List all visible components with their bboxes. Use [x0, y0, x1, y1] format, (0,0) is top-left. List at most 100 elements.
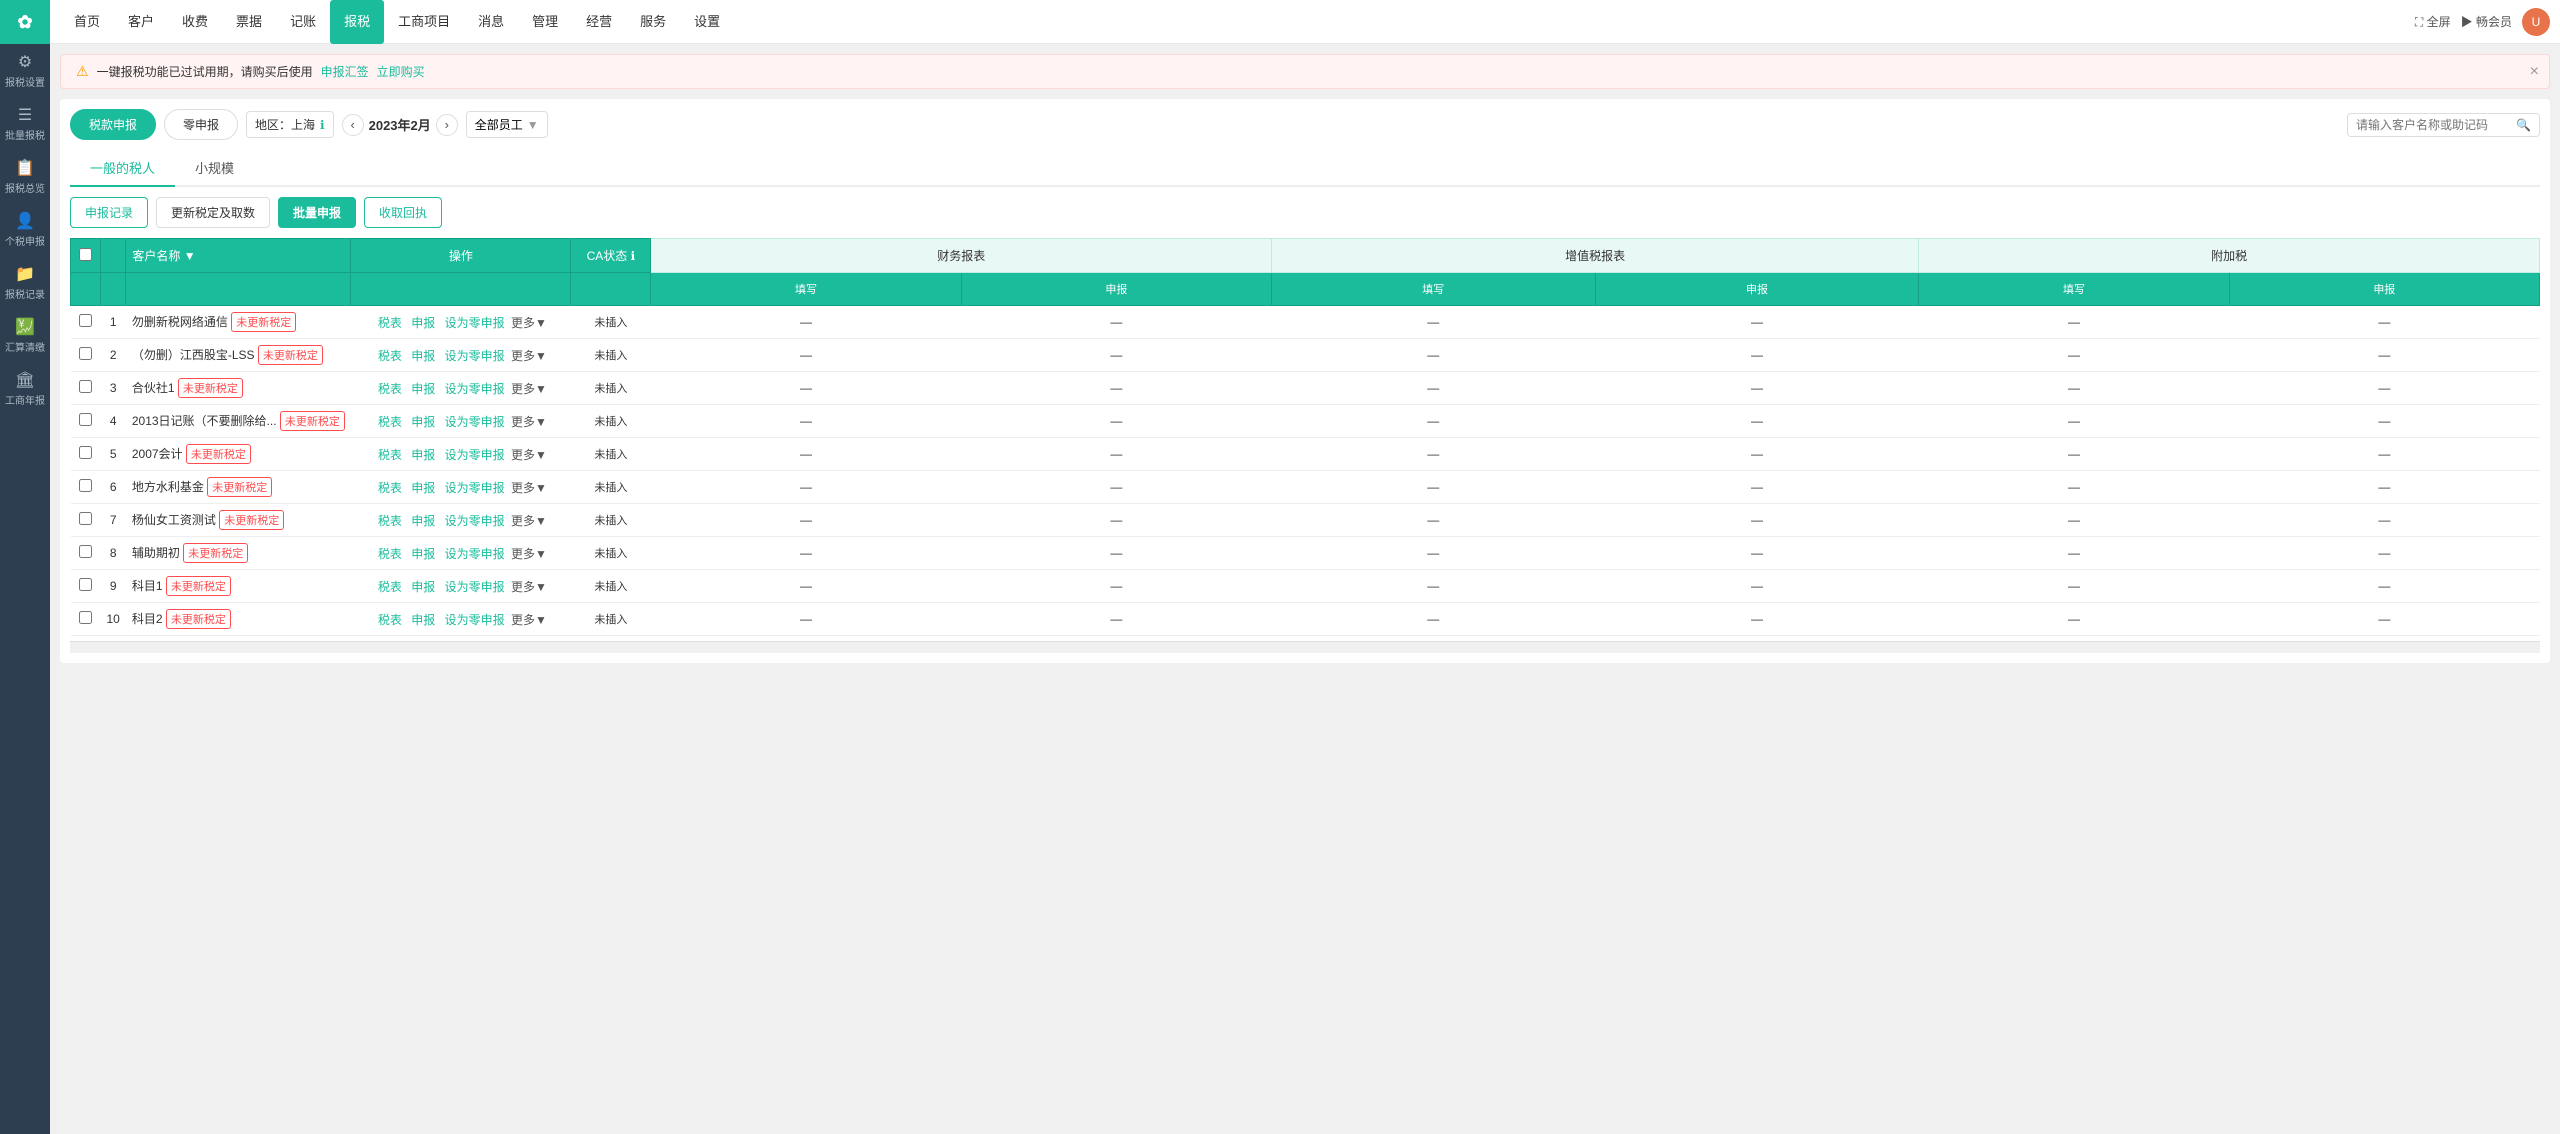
op-declare-0[interactable]: 申报 [411, 316, 435, 330]
sidebar-item-batch-tax[interactable]: ☰ 批量报税 [0, 97, 50, 150]
op-declare-9[interactable]: 申报 [411, 613, 435, 627]
row-checkbox-5[interactable] [71, 471, 101, 504]
op-more-6[interactable]: 更多▼ [511, 514, 547, 528]
declare-record-button[interactable]: 申报记录 [70, 197, 148, 228]
op-more-9[interactable]: 更多▼ [511, 613, 547, 627]
sidebar-item-personal-tax[interactable]: 👤 个税申报 [0, 203, 50, 256]
op-zero-declare-1[interactable]: 设为零申报 [445, 349, 505, 363]
op-zero-declare-8[interactable]: 设为零申报 [445, 580, 505, 594]
search-box[interactable]: 🔍 [2347, 113, 2540, 137]
row-check-8[interactable] [79, 578, 92, 591]
op-zero-declare-5[interactable]: 设为零申报 [445, 481, 505, 495]
op-zero-declare-0[interactable]: 设为零申报 [445, 316, 505, 330]
row-check-7[interactable] [79, 545, 92, 558]
nav-service[interactable]: 服务 [626, 0, 680, 44]
row-checkbox-3[interactable] [71, 405, 101, 438]
op-more-0[interactable]: 更多▼ [511, 316, 547, 330]
region-select[interactable]: 地区：上海 ℹ [246, 111, 334, 138]
next-month-button[interactable]: › [436, 114, 458, 136]
op-zero-declare-9[interactable]: 设为零申报 [445, 613, 505, 627]
op-declare-5[interactable]: 申报 [411, 481, 435, 495]
sidebar-item-tax-settings[interactable]: ⚙ 报税设置 [0, 44, 50, 97]
op-zero-declare-4[interactable]: 设为零申报 [445, 448, 505, 462]
staff-selector[interactable]: 全部员工 ▼ [466, 111, 548, 138]
tab-general-taxpayer[interactable]: 一般的税人 [70, 150, 175, 187]
nav-settings[interactable]: 设置 [680, 0, 734, 44]
op-tax-table-9[interactable]: 税表 [378, 613, 402, 627]
sidebar-item-annual-report[interactable]: 🏛 工商年报 [0, 362, 50, 415]
tab-tax-declare[interactable]: 税款申报 [70, 109, 156, 140]
op-tax-table-0[interactable]: 税表 [378, 316, 402, 330]
sidebar-item-annual-settlement[interactable]: 💹 汇算清缴 [0, 309, 50, 362]
nav-management[interactable]: 管理 [518, 0, 572, 44]
op-tax-table-2[interactable]: 税表 [378, 382, 402, 396]
sidebar-item-tax-records[interactable]: 📁 报税记录 [0, 256, 50, 309]
batch-declare-button[interactable]: 批量申报 [278, 197, 356, 228]
row-check-0[interactable] [79, 314, 92, 327]
row-check-3[interactable] [79, 413, 92, 426]
op-tax-table-4[interactable]: 税表 [378, 448, 402, 462]
nav-message[interactable]: 消息 [464, 0, 518, 44]
op-more-8[interactable]: 更多▼ [511, 580, 547, 594]
op-zero-declare-7[interactable]: 设为零申报 [445, 547, 505, 561]
row-checkbox-1[interactable] [71, 339, 101, 372]
fullscreen-button[interactable]: ⛶ 全屏 [2415, 13, 2451, 30]
op-zero-declare-3[interactable]: 设为零申报 [445, 415, 505, 429]
row-checkbox-2[interactable] [71, 372, 101, 405]
tab-zero-declare[interactable]: 零申报 [164, 109, 238, 140]
notice-close-button[interactable]: × [2530, 63, 2539, 81]
op-declare-3[interactable]: 申报 [411, 415, 435, 429]
op-tax-table-6[interactable]: 税表 [378, 514, 402, 528]
op-declare-1[interactable]: 申报 [411, 349, 435, 363]
nav-client[interactable]: 客户 [114, 0, 168, 44]
op-tax-table-8[interactable]: 税表 [378, 580, 402, 594]
row-checkbox-6[interactable] [71, 504, 101, 537]
bottom-scrollbar[interactable] [70, 641, 2540, 653]
row-check-1[interactable] [79, 347, 92, 360]
op-zero-declare-6[interactable]: 设为零申报 [445, 514, 505, 528]
op-declare-6[interactable]: 申报 [411, 514, 435, 528]
op-more-7[interactable]: 更多▼ [511, 547, 547, 561]
row-checkbox-8[interactable] [71, 570, 101, 603]
op-more-3[interactable]: 更多▼ [511, 415, 547, 429]
search-input[interactable] [2356, 118, 2516, 132]
select-all-checkbox[interactable] [79, 248, 92, 261]
sort-icon[interactable]: ▼ [184, 249, 196, 263]
sidebar-item-tax-overview[interactable]: 📋 报税总览 [0, 150, 50, 203]
nav-invoice[interactable]: 票据 [222, 0, 276, 44]
row-checkbox-0[interactable] [71, 306, 101, 339]
op-tax-table-5[interactable]: 税表 [378, 481, 402, 495]
op-more-4[interactable]: 更多▼ [511, 448, 547, 462]
nav-billing[interactable]: 收费 [168, 0, 222, 44]
op-tax-table-7[interactable]: 税表 [378, 547, 402, 561]
row-check-6[interactable] [79, 512, 92, 525]
user-avatar[interactable]: U [2522, 8, 2550, 36]
op-declare-4[interactable]: 申报 [411, 448, 435, 462]
prev-month-button[interactable]: ‹ [342, 114, 364, 136]
nav-accounting[interactable]: 记账 [276, 0, 330, 44]
op-declare-7[interactable]: 申报 [411, 547, 435, 561]
nav-business-project[interactable]: 工商项目 [384, 0, 464, 44]
vip-button[interactable]: ▶ 畅会员 [2461, 13, 2512, 30]
op-zero-declare-2[interactable]: 设为零申报 [445, 382, 505, 396]
row-check-2[interactable] [79, 380, 92, 393]
retrieve-back-button[interactable]: 收取回执 [364, 197, 442, 228]
notice-link-declare[interactable]: 申报汇签 [321, 63, 369, 80]
row-checkbox-4[interactable] [71, 438, 101, 471]
op-declare-8[interactable]: 申报 [411, 580, 435, 594]
op-tax-table-1[interactable]: 税表 [378, 349, 402, 363]
op-declare-2[interactable]: 申报 [411, 382, 435, 396]
op-more-1[interactable]: 更多▼ [511, 349, 547, 363]
row-check-5[interactable] [79, 479, 92, 492]
row-check-4[interactable] [79, 446, 92, 459]
row-checkbox-9[interactable] [71, 603, 101, 636]
nav-home[interactable]: 首页 [60, 0, 114, 44]
tab-small-scale[interactable]: 小规模 [175, 150, 254, 187]
update-confirm-button[interactable]: 更新税定及取数 [156, 197, 270, 228]
row-check-9[interactable] [79, 611, 92, 624]
notice-link-buy[interactable]: 立即购买 [377, 63, 425, 80]
row-checkbox-7[interactable] [71, 537, 101, 570]
nav-tax[interactable]: 报税 [330, 0, 384, 44]
op-more-5[interactable]: 更多▼ [511, 481, 547, 495]
op-tax-table-3[interactable]: 税表 [378, 415, 402, 429]
